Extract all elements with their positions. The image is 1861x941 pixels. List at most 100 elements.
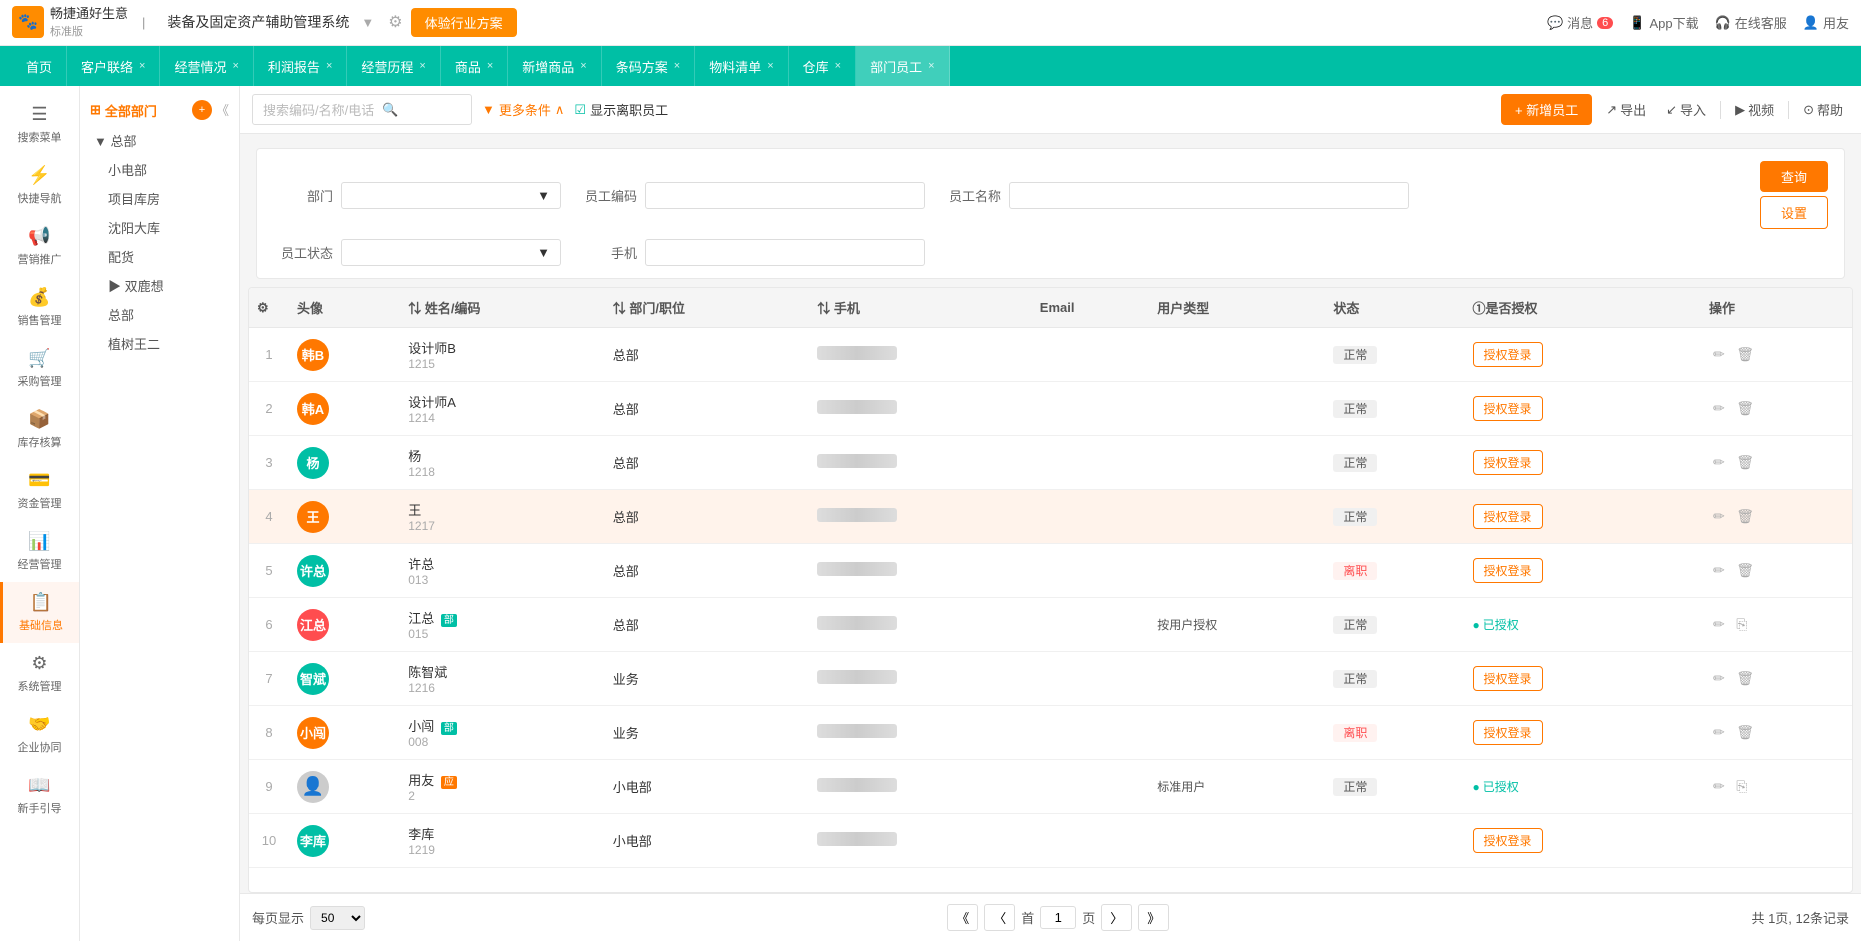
search-icon[interactable]: 🔍 [382,102,398,118]
auth-button[interactable]: 授权登录 [1473,504,1543,529]
auth-button[interactable]: 授权登录 [1473,396,1543,421]
auth-button[interactable]: 授权登录 [1473,558,1543,583]
emp-code-input[interactable] [645,182,925,209]
delete-icon[interactable]: 🗑 [1732,722,1758,742]
close-icon[interactable]: × [487,60,493,72]
settings-icon[interactable]: ⚙ [388,12,402,32]
close-icon[interactable]: × [326,60,332,72]
tab-add-goods[interactable]: 新增商品 × [508,46,601,86]
dept-tree-zhishu[interactable]: 植树王二 [80,329,239,358]
close-icon[interactable]: × [232,60,238,72]
export-button[interactable]: ↗ 导出 [1600,96,1652,123]
delete-icon[interactable]: 🗑 [1732,668,1758,688]
sidebar-item-operation-mgmt[interactable]: 📊 经营管理 [0,521,79,582]
close-icon[interactable]: × [674,60,680,72]
delete-icon[interactable]: 🗑 [1732,344,1758,364]
edit-icon[interactable]: ✏ [1709,668,1729,688]
sidebar-item-quick-nav[interactable]: ⚡ 快捷导航 [0,155,79,216]
delete-icon[interactable]: 🗑 [1732,560,1758,580]
close-icon[interactable]: × [580,60,586,72]
col-dept-position[interactable]: ⇅ 部门/职位 [605,288,810,328]
app-download-button[interactable]: 📱 App下载 [1629,13,1698,32]
next-page-button[interactable]: 〉 [1101,904,1132,931]
dept-tree-xiaodian[interactable]: 小电部 [80,155,239,184]
sidebar-item-marketing[interactable]: 📢 营销推广 [0,216,79,277]
prev-page-button[interactable]: 〈 [984,904,1015,931]
tab-barcode[interactable]: 条码方案 × [602,46,695,86]
auth-button[interactable]: 授权登录 [1473,342,1543,367]
page-size-select[interactable]: 50 100 200 [310,906,365,930]
dept-tree-shenyang[interactable]: 沈阳大库 [80,213,239,242]
trial-button[interactable]: 体验行业方案 [411,8,517,37]
tab-goods[interactable]: 商品 × [441,46,508,86]
auth-button[interactable]: 授权登录 [1473,720,1543,745]
show-resigned-toggle[interactable]: ☑ 显示离职员工 [574,100,668,119]
dept-tree-project[interactable]: 项目库房 [80,184,239,213]
edit-icon[interactable]: ✏ [1709,452,1729,472]
dept-tree-zongbu-parent[interactable]: ▼ 总部 [80,126,239,155]
sidebar-item-guide[interactable]: 📖 新手引导 [0,765,79,826]
add-employee-button[interactable]: + 新增员工 [1501,94,1592,125]
dept-tree-shuanglu[interactable]: ▶ 双鹿想 [80,271,239,300]
tab-dept-employee[interactable]: 部门员工 × [856,46,949,86]
auth-button[interactable]: 授权登录 [1473,666,1543,691]
delete-icon[interactable]: 🗑 [1732,452,1758,472]
tab-operation[interactable]: 经营情况 × [160,46,253,86]
tab-history[interactable]: 经营历程 × [347,46,440,86]
emp-name-input[interactable] [1009,182,1409,209]
sidebar-item-finance[interactable]: 💳 资金管理 [0,460,79,521]
sidebar-item-system[interactable]: ⚙ 系统管理 [0,643,79,704]
dept-add-btn[interactable]: + [192,100,212,120]
message-button[interactable]: 💬 消息 6 [1547,13,1613,32]
dept-tree-peihuo[interactable]: 配货 [80,242,239,271]
edit-icon[interactable]: ✏ [1709,398,1729,418]
sidebar-item-sales[interactable]: 💰 销售管理 [0,277,79,338]
close-icon[interactable]: × [139,60,145,72]
dept-tree-zongbu[interactable]: 总部 [80,300,239,329]
edit-icon[interactable]: ✏ [1709,344,1729,364]
delete-icon[interactable]: 🗑 [1732,398,1758,418]
dept-select[interactable]: ▼ [341,182,561,209]
dept-collapse-btn[interactable]: 《 [216,100,229,120]
page-number-input[interactable] [1040,906,1076,929]
delete-icon[interactable]: 🗑 [1732,506,1758,526]
help-button[interactable]: ⊙ 帮助 [1797,96,1849,123]
tab-warehouse[interactable]: 仓库 × [789,46,856,86]
edit-icon[interactable]: ✏ [1709,776,1729,796]
emp-status-select[interactable]: ▼ [341,239,561,266]
sidebar-item-inventory[interactable]: 📦 库存核算 [0,399,79,460]
search-input-wrapper[interactable]: 搜索编码/名称/电话 🔍 [252,94,472,125]
sidebar-item-basic-info[interactable]: 📋 基础信息 [0,582,79,643]
close-icon[interactable]: × [928,60,934,72]
tab-profit[interactable]: 利润报告 × [254,46,347,86]
close-icon[interactable]: × [835,60,841,72]
more-filter-btn[interactable]: ▼ 更多条件 ∧ [482,100,564,119]
edit-icon[interactable]: ✏ [1709,614,1729,634]
close-icon[interactable]: × [767,60,773,72]
col-phone[interactable]: ⇅ 手机 [809,288,1031,328]
copy-icon[interactable]: ⎘ [1732,776,1751,796]
reset-button[interactable]: 设置 [1760,196,1828,229]
phone-input[interactable] [645,239,925,266]
user-button[interactable]: 👤 用友 [1803,13,1849,32]
import-button[interactable]: ↙ 导入 [1660,96,1712,123]
auth-button[interactable]: 授权登录 [1473,828,1543,853]
edit-icon[interactable]: ✏ [1709,560,1729,580]
sidebar-item-search[interactable]: ☰ 搜索菜单 [0,94,79,155]
col-name-code[interactable]: ⇅ 姓名/编码 [400,288,605,328]
gear-icon[interactable]: ⚙ [257,300,269,315]
first-page-button[interactable]: 《 [947,904,978,931]
edit-icon[interactable]: ✏ [1709,506,1729,526]
sidebar-item-collab[interactable]: 🤝 企业协同 [0,704,79,765]
query-button[interactable]: 查询 [1760,161,1828,192]
last-page-button[interactable]: 》 [1138,904,1169,931]
sidebar-item-purchase[interactable]: 🛒 采购管理 [0,338,79,399]
view-button[interactable]: ▶ 视频 [1729,96,1780,123]
edit-icon[interactable]: ✏ [1709,722,1729,742]
tab-bom[interactable]: 物料清单 × [695,46,788,86]
auth-button[interactable]: 授权登录 [1473,450,1543,475]
dropdown-arrow-icon[interactable]: ▼ [361,15,374,30]
online-service-button[interactable]: 🎧 在线客服 [1715,13,1787,32]
tab-home[interactable]: 首页 [12,46,67,86]
close-icon[interactable]: × [419,60,425,72]
